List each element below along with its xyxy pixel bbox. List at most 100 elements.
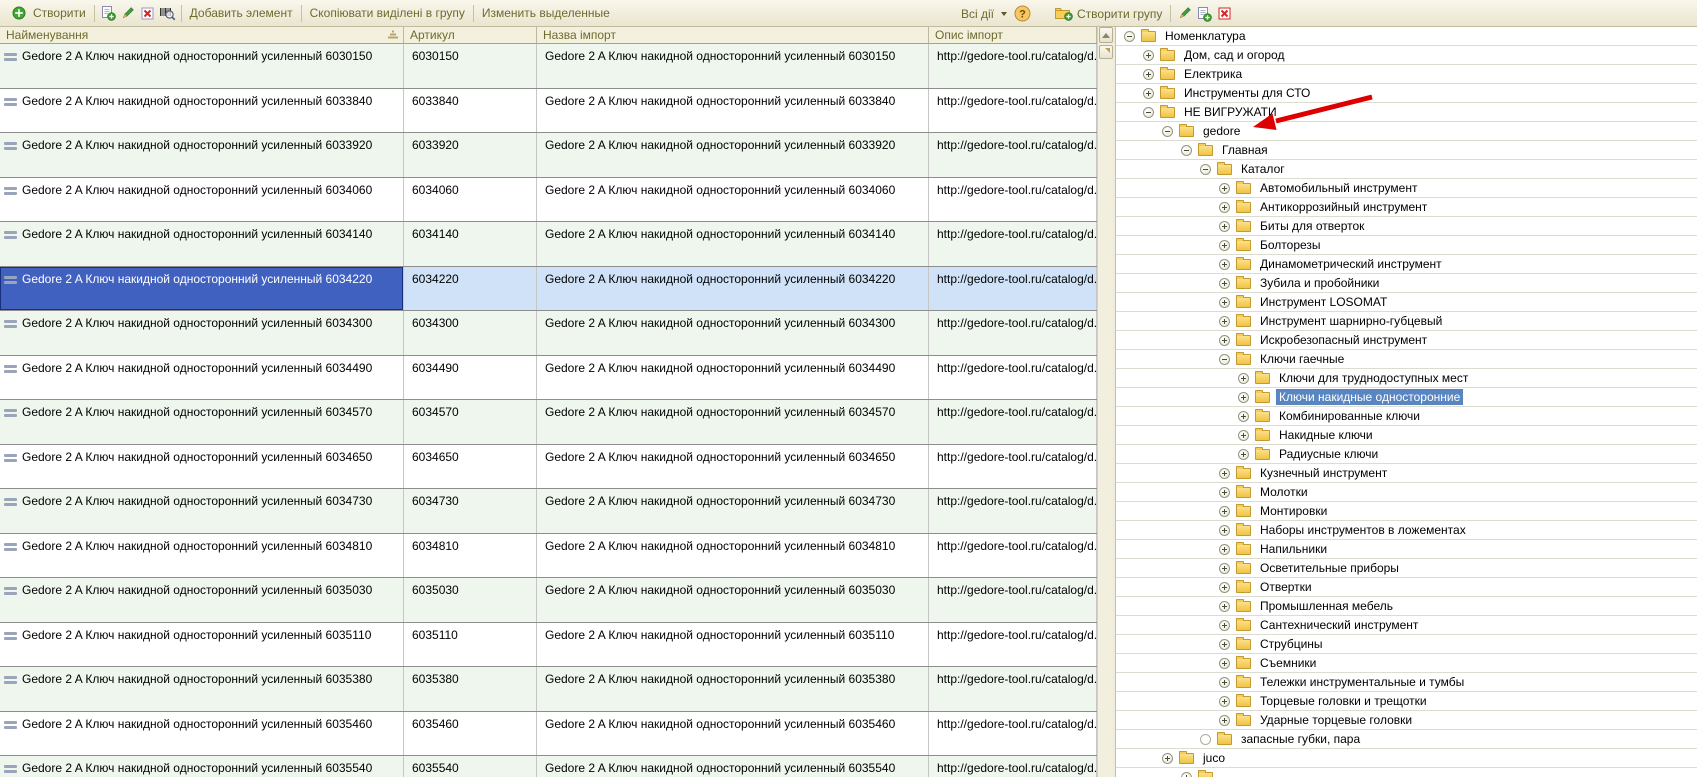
tree-item-label[interactable]: Болторезы xyxy=(1257,237,1324,253)
cell-import-desc[interactable]: http://gedore-tool.ru/catalog/d... xyxy=(929,44,1097,88)
cell-import-name[interactable]: Gedore 2 A Ключ накидной односторонний у… xyxy=(537,489,929,533)
cell-article[interactable]: 6034730 xyxy=(404,489,537,533)
cell-name[interactable]: Gedore 2 A Ключ накидной односторонний у… xyxy=(0,578,404,622)
cell-import-desc[interactable]: http://gedore-tool.ru/catalog/d... xyxy=(929,400,1097,444)
table-row[interactable]: Gedore 2 A Ключ накидной односторонний у… xyxy=(0,756,1097,777)
cell-import-name[interactable]: Gedore 2 A Ключ накидной односторонний у… xyxy=(537,88,929,132)
table-row[interactable]: Gedore 2 A Ключ накидной односторонний у… xyxy=(0,355,1097,400)
cell-import-name[interactable]: Gedore 2 A Ключ накидной односторонний у… xyxy=(537,266,929,310)
cell-article[interactable]: 6035030 xyxy=(404,578,537,622)
tree-item-label[interactable]: Наборы инструментов в ложементах xyxy=(1257,522,1469,538)
cell-import-desc[interactable]: http://gedore-tool.ru/catalog/d... xyxy=(929,177,1097,221)
tree-item-label[interactable]: Тележки инструментальные и тумбы xyxy=(1257,674,1467,690)
column-header-import-name[interactable]: Назва імпорт xyxy=(537,27,929,43)
tree-expander-icon[interactable] xyxy=(1219,638,1230,650)
tree-item[interactable]: Антикоррозийный инструмент xyxy=(1116,198,1697,217)
table-row[interactable]: Gedore 2 A Ключ накидной односторонний у… xyxy=(0,177,1097,222)
table-row[interactable]: Gedore 2 A Ключ накидной односторонний у… xyxy=(0,711,1097,756)
tree-expander-icon[interactable] xyxy=(1200,733,1211,745)
tree-expander-icon[interactable] xyxy=(1200,163,1211,175)
tree-expander-icon[interactable] xyxy=(1162,752,1173,764)
cell-import-desc[interactable]: http://gedore-tool.ru/catalog/d... xyxy=(929,533,1097,577)
copy-add-icon[interactable] xyxy=(1194,3,1214,25)
tree-item-label[interactable]: gedore xyxy=(1200,123,1243,139)
tree-item-label[interactable]: Зубила и пробойники xyxy=(1257,275,1382,291)
copy-selected-to-group-button[interactable]: Скопіювати виділені в групу xyxy=(305,2,470,24)
cell-import-desc[interactable]: http://gedore-tool.ru/catalog/d... xyxy=(929,578,1097,622)
tree-expander-icon[interactable] xyxy=(1238,410,1249,422)
tree-expander-icon[interactable] xyxy=(1143,106,1154,118)
tree-item[interactable] xyxy=(1116,768,1697,777)
cell-import-name[interactable]: Gedore 2 A Ключ накидной односторонний у… xyxy=(537,578,929,622)
tree-item-label[interactable]: Накидные ключи xyxy=(1276,427,1376,443)
tree-expander-icon[interactable] xyxy=(1219,201,1230,213)
tree-item-label[interactable]: Инструмент шарнирно-губцевый xyxy=(1257,313,1445,329)
tree-item-label[interactable]: Ключи накидные односторонние xyxy=(1276,389,1464,405)
tree-expander-icon[interactable] xyxy=(1238,391,1249,403)
tree-expander-icon[interactable] xyxy=(1219,486,1230,498)
cell-name[interactable]: Gedore 2 A Ключ накидной односторонний у… xyxy=(0,533,404,577)
tree-item[interactable]: НЕ ВИГРУЖАТИ xyxy=(1116,103,1697,122)
tree-item[interactable]: Осветительные приборы xyxy=(1116,559,1697,578)
cell-article[interactable]: 6034810 xyxy=(404,533,537,577)
cell-article[interactable]: 6034220 xyxy=(404,266,537,310)
tree-expander-icon[interactable] xyxy=(1219,657,1230,669)
cell-name[interactable]: Gedore 2 A Ключ накидной односторонний у… xyxy=(0,266,404,310)
edit-pencil-icon[interactable] xyxy=(1174,3,1194,25)
add-element-button[interactable]: Добавить элемент xyxy=(185,2,298,24)
cell-name[interactable]: Gedore 2 A Ключ накидной односторонний у… xyxy=(0,355,404,399)
tree-expander-icon[interactable] xyxy=(1219,524,1230,536)
mark-delete-icon[interactable] xyxy=(1214,3,1234,25)
cell-name[interactable]: Gedore 2 A Ключ накидной односторонний у… xyxy=(0,444,404,488)
tree-item-label[interactable]: НЕ ВИГРУЖАТИ xyxy=(1181,104,1280,120)
cell-import-name[interactable]: Gedore 2 A Ключ накидной односторонний у… xyxy=(537,222,929,266)
tree-item-label[interactable]: Инструмент LOSOMAT xyxy=(1257,294,1390,310)
tree-item[interactable]: Наборы инструментов в ложементах xyxy=(1116,521,1697,540)
cell-article[interactable]: 6035380 xyxy=(404,667,537,711)
tree-item[interactable]: Ключи для труднодоступных мест xyxy=(1116,369,1697,388)
scroll-thumb[interactable] xyxy=(1099,45,1113,59)
tree-item[interactable]: Ударные торцевые головки xyxy=(1116,711,1697,730)
tree-item[interactable]: Електрика xyxy=(1116,65,1697,84)
cell-import-name[interactable]: Gedore 2 A Ключ накидной односторонний у… xyxy=(537,44,929,88)
tree-item-label[interactable]: Ключи для труднодоступных мест xyxy=(1276,370,1471,386)
tree-item[interactable]: Струбцины xyxy=(1116,635,1697,654)
cell-article[interactable]: 6034570 xyxy=(404,400,537,444)
cell-name[interactable]: Gedore 2 A Ключ накидной односторонний у… xyxy=(0,489,404,533)
tree-item[interactable]: Автомобильный инструмент xyxy=(1116,179,1697,198)
tree-item-label[interactable]: Молотки xyxy=(1257,484,1311,500)
tree-item-label[interactable]: Електрика xyxy=(1181,66,1245,82)
cell-import-name[interactable]: Gedore 2 A Ключ накидной односторонний у… xyxy=(537,533,929,577)
tree-item[interactable]: Отвертки xyxy=(1116,578,1697,597)
cell-name[interactable]: Gedore 2 A Ключ накидной односторонний у… xyxy=(0,88,404,132)
tree-item[interactable]: Монтировки xyxy=(1116,502,1697,521)
tree-item-label[interactable]: Осветительные приборы xyxy=(1257,560,1402,576)
cell-article[interactable]: 6034140 xyxy=(404,222,537,266)
tree-item-label[interactable]: Антикоррозийный инструмент xyxy=(1257,199,1430,215)
tree-item[interactable]: Торцевые головки и трещотки xyxy=(1116,692,1697,711)
tree-item[interactable]: Каталог xyxy=(1116,160,1697,179)
tree-item-label[interactable]: Монтировки xyxy=(1257,503,1330,519)
tree-item-label[interactable]: juco xyxy=(1200,750,1228,766)
cell-article[interactable]: 6035110 xyxy=(404,622,537,666)
table-row[interactable]: Gedore 2 A Ключ накидной односторонний у… xyxy=(0,266,1097,311)
tree-item-label[interactable]: Струбцины xyxy=(1257,636,1326,652)
tree-expander-icon[interactable] xyxy=(1219,296,1230,308)
column-header-import-desc[interactable]: Опис імпорт xyxy=(929,27,1097,43)
tree-expander-icon[interactable] xyxy=(1219,182,1230,194)
cell-import-desc[interactable]: http://gedore-tool.ru/catalog/d... xyxy=(929,88,1097,132)
tree-item[interactable]: Молотки xyxy=(1116,483,1697,502)
tree-expander-icon[interactable] xyxy=(1219,239,1230,251)
cell-import-desc[interactable]: http://gedore-tool.ru/catalog/d... xyxy=(929,622,1097,666)
tree-item-label[interactable]: Напильники xyxy=(1257,541,1330,557)
cell-import-name[interactable]: Gedore 2 A Ключ накидной односторонний у… xyxy=(537,711,929,755)
tree-expander-icon[interactable] xyxy=(1219,220,1230,232)
tree-item[interactable]: Динамометрический инструмент xyxy=(1116,255,1697,274)
cell-import-desc[interactable]: http://gedore-tool.ru/catalog/d... xyxy=(929,311,1097,355)
column-header-article[interactable]: Артикул xyxy=(404,27,537,43)
scroll-up-button[interactable] xyxy=(1099,27,1113,43)
tree-item-label[interactable]: Номенклатура xyxy=(1162,28,1249,44)
cell-import-name[interactable]: Gedore 2 A Ключ накидной односторонний у… xyxy=(537,311,929,355)
tree-item[interactable]: Инструмент LOSOMAT xyxy=(1116,293,1697,312)
tree-expander-icon[interactable] xyxy=(1143,87,1154,99)
